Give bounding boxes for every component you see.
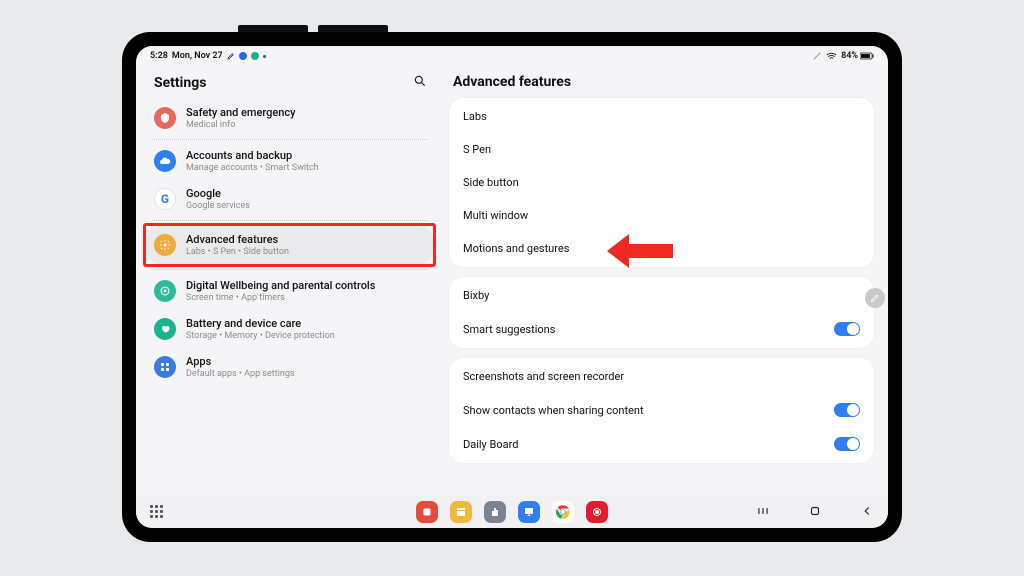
sidebar-item-label: Advanced features: [186, 233, 289, 246]
nav-recents-button[interactable]: [756, 504, 770, 521]
highlight-annotation: Advanced features Labs • S Pen • Side bu…: [143, 223, 436, 267]
wellbeing-icon: [154, 280, 176, 302]
page-title: Advanced features: [449, 72, 874, 98]
wifi-icon: [826, 51, 837, 62]
settings-group: Screenshots and screen recorder Show con…: [449, 358, 874, 463]
row-label: Side button: [463, 176, 860, 189]
settings-group: Labs S Pen Side button Multi window Moti…: [449, 98, 874, 267]
status-indicator-icon: [251, 52, 259, 60]
taskbar-app-icon[interactable]: [518, 501, 540, 523]
toggle-switch[interactable]: [834, 322, 860, 336]
edge-panel-handle[interactable]: [865, 288, 885, 308]
row-show-contacts[interactable]: Show contacts when sharing content: [449, 393, 874, 427]
status-indicator-icon: [239, 52, 247, 60]
status-date: Mon, Nov 27: [172, 51, 223, 61]
row-label: Smart suggestions: [463, 323, 834, 336]
all-apps-button[interactable]: [150, 505, 164, 519]
status-dot-icon: [263, 55, 266, 58]
sidebar-item-safety[interactable]: Safety and emergency Medical info: [146, 99, 433, 137]
nav-home-button[interactable]: [808, 504, 822, 521]
taskbar-app-icon[interactable]: [416, 501, 438, 523]
stylus-icon: [812, 51, 822, 61]
sidebar-item-advanced-features[interactable]: Advanced features Labs • S Pen • Side bu…: [146, 226, 433, 264]
nav-buttons: [756, 504, 874, 521]
divider: [152, 269, 427, 270]
row-label: Multi window: [463, 209, 860, 222]
row-label: Labs: [463, 110, 860, 123]
sidebar-item-wellbeing[interactable]: Digital Wellbeing and parental controls …: [146, 272, 433, 310]
row-label: S Pen: [463, 143, 860, 156]
sidebar-item-sublabel: Manage accounts • Smart Switch: [186, 163, 319, 173]
row-label: Show contacts when sharing content: [463, 404, 834, 417]
taskbar-app-icon[interactable]: [450, 501, 472, 523]
sidebar-item-label: Safety and emergency: [186, 106, 296, 119]
sidebar-item-label: Google: [186, 187, 250, 200]
row-motions-gestures[interactable]: Motions and gestures: [449, 232, 874, 265]
row-side-button[interactable]: Side button: [449, 166, 874, 199]
row-spen[interactable]: S Pen: [449, 133, 874, 166]
battery-percent: 84%: [841, 51, 858, 61]
sidebar-item-sublabel: Default apps • App settings: [186, 369, 295, 379]
sidebar-item-sublabel: Labs • S Pen • Side button: [186, 247, 289, 257]
sidebar-item-sublabel: Storage • Memory • Device protection: [186, 331, 335, 341]
row-label: Daily Board: [463, 438, 834, 451]
taskbar-app-icon[interactable]: [484, 501, 506, 523]
sidebar-item-google[interactable]: G Google Google services: [146, 180, 433, 218]
toggle-switch[interactable]: [834, 437, 860, 451]
row-multi-window[interactable]: Multi window: [449, 199, 874, 232]
settings-sidebar: Settings Safety and emergency Medical in…: [142, 70, 437, 496]
divider: [152, 220, 427, 221]
apps-icon: [154, 356, 176, 378]
status-bar: 5:28 Mon, Nov 27 84%: [136, 46, 888, 66]
safety-icon: [154, 107, 176, 129]
sidebar-item-label: Apps: [186, 355, 295, 368]
pen-icon: [227, 52, 235, 60]
sidebar-item-apps[interactable]: Apps Default apps • App settings: [146, 348, 433, 386]
screen: 5:28 Mon, Nov 27 84% Settings: [136, 46, 888, 528]
row-daily-board[interactable]: Daily Board: [449, 427, 874, 461]
row-label: Motions and gestures: [463, 242, 860, 255]
taskbar-app-chrome-icon[interactable]: [552, 501, 574, 523]
row-bixby[interactable]: Bixby: [449, 279, 874, 312]
sidebar-item-sublabel: Screen time • App timers: [186, 293, 375, 303]
row-screenshots[interactable]: Screenshots and screen recorder: [449, 360, 874, 393]
status-time: 5:28: [150, 51, 168, 61]
taskbar-app-icon[interactable]: [586, 501, 608, 523]
detail-pane: Advanced features Labs S Pen Side button…: [447, 70, 882, 496]
nav-back-button[interactable]: [860, 504, 874, 521]
row-labs[interactable]: Labs: [449, 100, 874, 133]
sidebar-item-sublabel: Medical info: [186, 120, 296, 130]
tablet-bezel: 5:28 Mon, Nov 27 84% Settings: [122, 32, 902, 542]
settings-title: Settings: [154, 75, 206, 91]
taskbar-apps: [416, 501, 608, 523]
search-button[interactable]: [413, 74, 427, 91]
sidebar-item-battery[interactable]: Battery and device care Storage • Memory…: [146, 310, 433, 348]
battery-indicator: 84%: [841, 51, 874, 61]
sidebar-item-label: Accounts and backup: [186, 149, 319, 162]
row-smart-suggestions[interactable]: Smart suggestions: [449, 312, 874, 346]
sidebar-item-sublabel: Google services: [186, 201, 250, 211]
sidebar-item-label: Digital Wellbeing and parental controls: [186, 279, 375, 292]
settings-group: Bixby Smart suggestions: [449, 277, 874, 348]
toggle-switch[interactable]: [834, 403, 860, 417]
google-icon: G: [154, 188, 176, 210]
cloud-icon: [154, 150, 176, 172]
taskbar: [136, 496, 888, 528]
sidebar-item-accounts[interactable]: Accounts and backup Manage accounts • Sm…: [146, 142, 433, 180]
row-label: Screenshots and screen recorder: [463, 370, 860, 383]
sidebar-item-label: Battery and device care: [186, 317, 335, 330]
divider: [152, 139, 427, 140]
battery-care-icon: [154, 318, 176, 340]
row-label: Bixby: [463, 289, 860, 302]
advanced-icon: [154, 234, 176, 256]
